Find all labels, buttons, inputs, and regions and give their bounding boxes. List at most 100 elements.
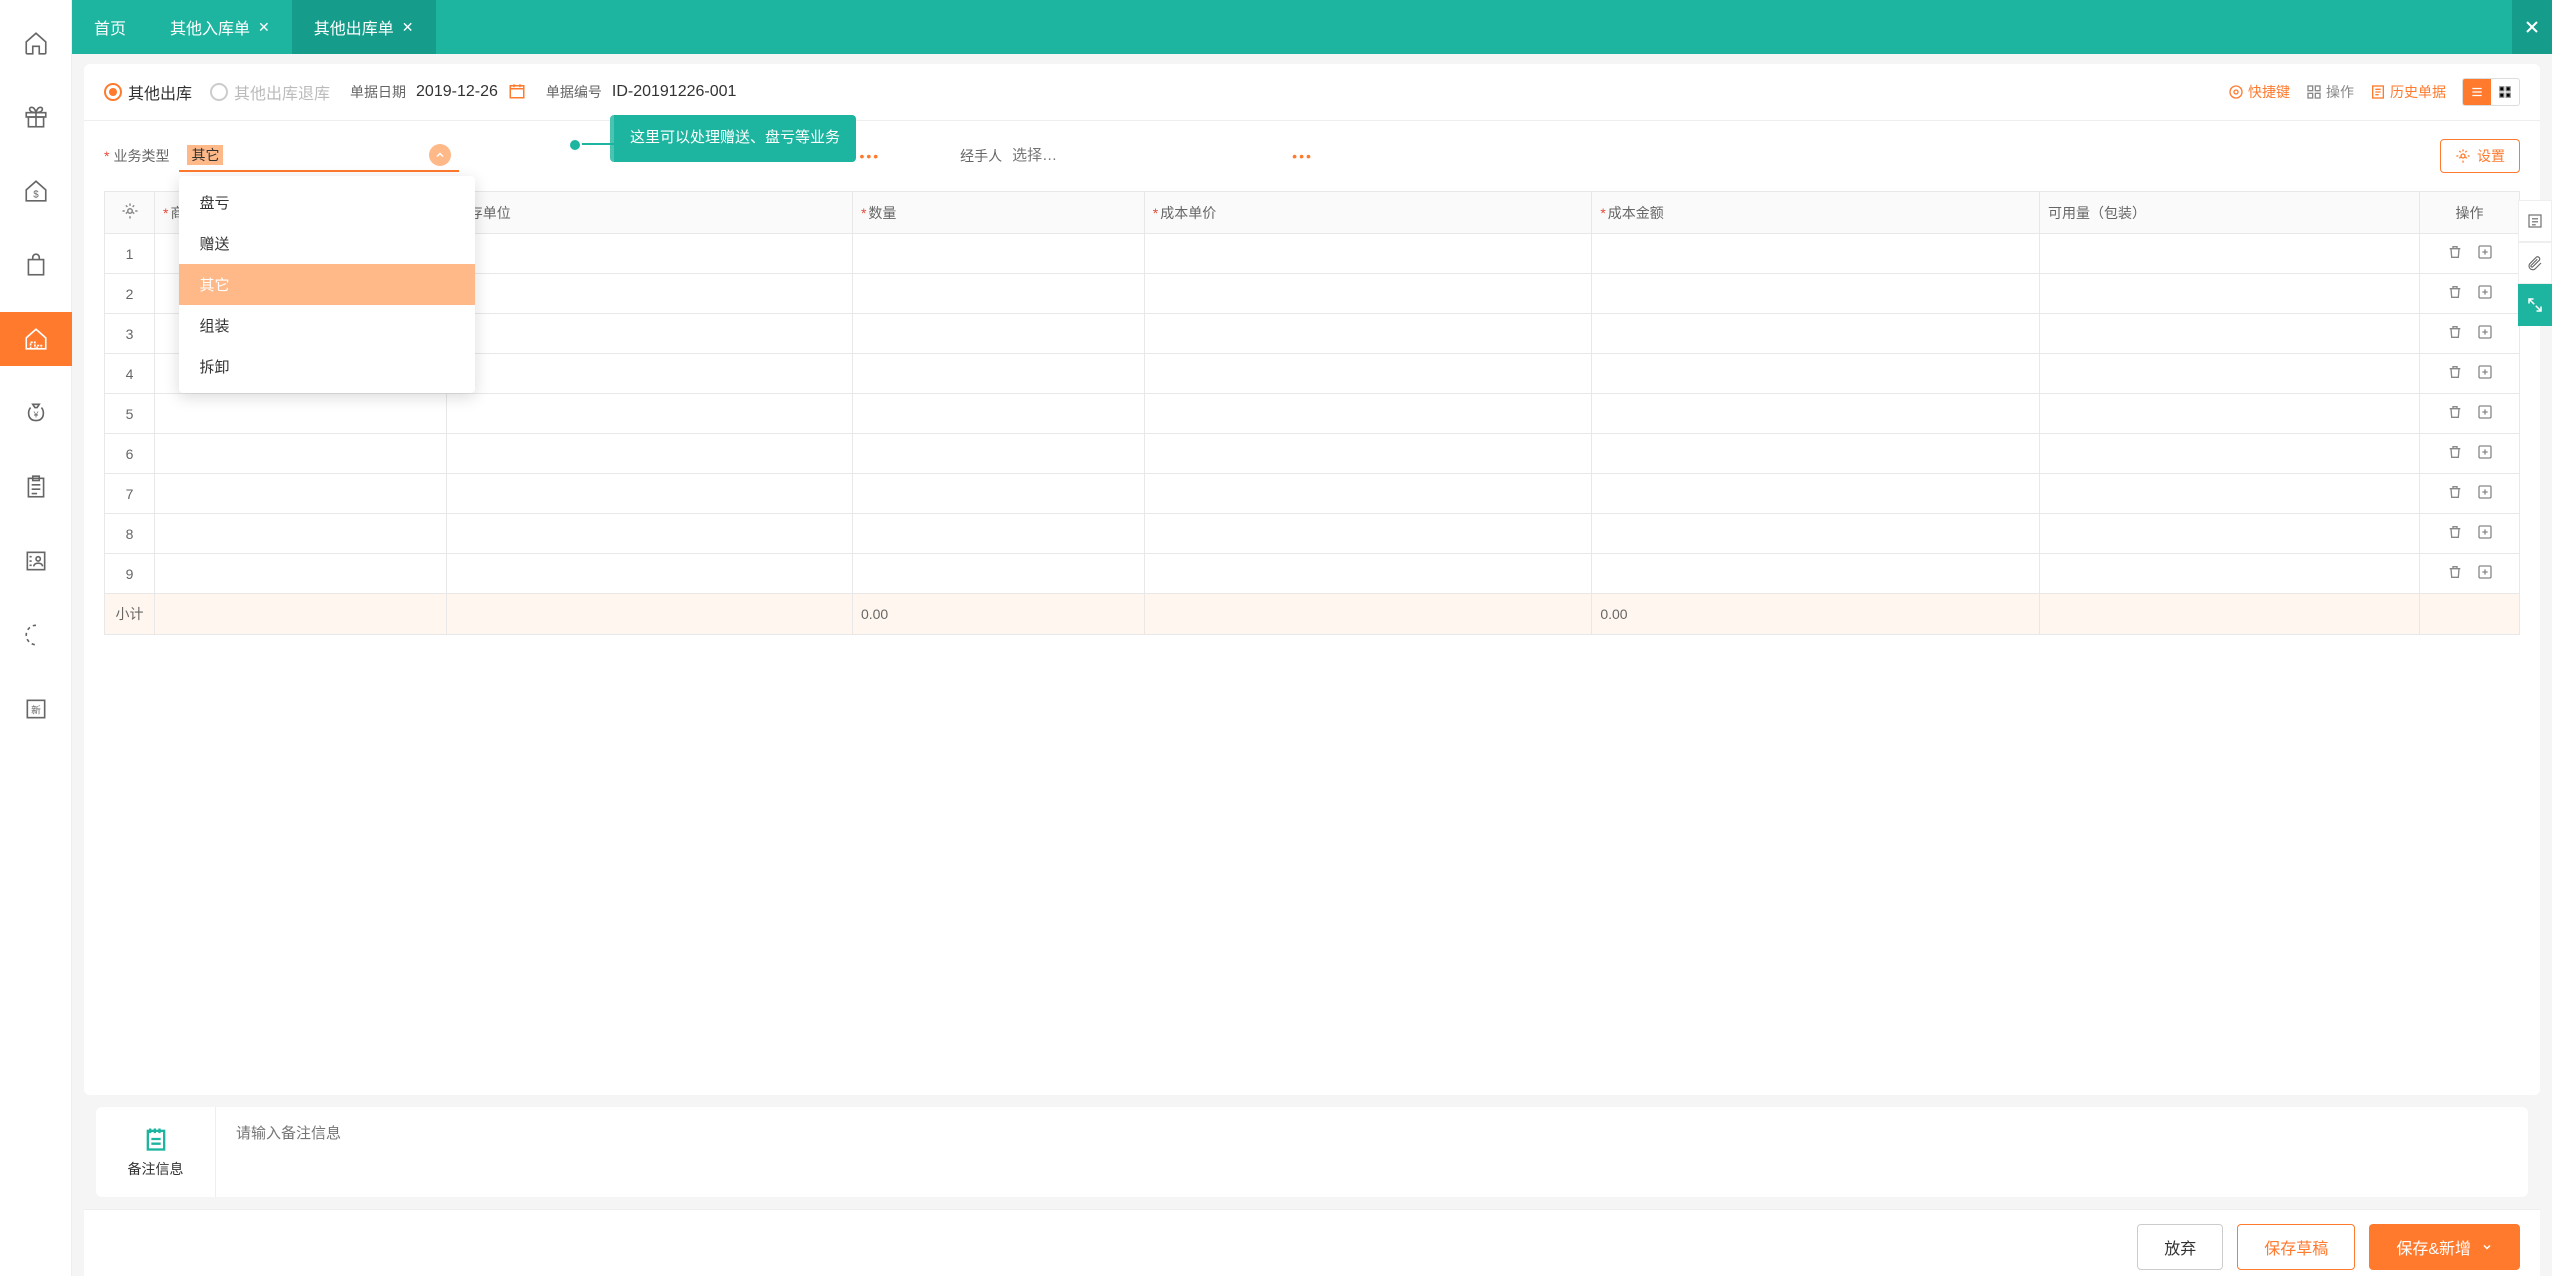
- nav-new[interactable]: 新: [0, 682, 72, 736]
- nav-bag[interactable]: [0, 238, 72, 292]
- tab-other-out[interactable]: 其他出库单✕: [292, 0, 436, 54]
- tabs-close-all[interactable]: [2512, 0, 2552, 54]
- more-icon[interactable]: •••: [1292, 148, 1313, 164]
- row-number: 8: [105, 514, 155, 554]
- dropdown-item[interactable]: 组装: [179, 305, 475, 346]
- meta-value: 2019-12-26: [416, 83, 498, 101]
- close-icon[interactable]: ✕: [402, 19, 414, 36]
- nav-contacts[interactable]: [0, 534, 72, 588]
- save-draft-button[interactable]: 保存草稿: [2237, 1224, 2355, 1270]
- shortcut-button[interactable]: 快捷键: [2228, 82, 2290, 102]
- rail-attachment-icon[interactable]: [2518, 242, 2552, 284]
- discard-button[interactable]: 放弃: [2137, 1224, 2223, 1270]
- row-ops: [2420, 234, 2520, 274]
- row-ops: [2420, 274, 2520, 314]
- tab-other-in[interactable]: 其他入库单 ✕: [148, 0, 292, 54]
- history-button[interactable]: 历史单据: [2370, 82, 2446, 102]
- table-row[interactable]: 7: [105, 474, 2520, 514]
- add-icon[interactable]: [2477, 244, 2493, 263]
- col-gear[interactable]: [105, 192, 155, 234]
- nav-money-house[interactable]: $: [0, 164, 72, 218]
- delete-icon[interactable]: [2447, 564, 2463, 583]
- delete-icon[interactable]: [2447, 284, 2463, 303]
- svg-text:$: $: [33, 190, 39, 201]
- biz-type-select[interactable]: 其它: [179, 140, 459, 172]
- table-row[interactable]: 9: [105, 554, 2520, 594]
- row-number: 2: [105, 274, 155, 314]
- notes-section: 备注信息: [96, 1107, 2528, 1197]
- notes-input[interactable]: [236, 1125, 2508, 1142]
- delete-icon[interactable]: [2447, 484, 2463, 503]
- handler-input[interactable]: [1012, 147, 1252, 165]
- row-number: 9: [105, 554, 155, 594]
- meta-label: 单据日期: [350, 82, 406, 102]
- dropdown-item[interactable]: 盘亏: [179, 182, 475, 223]
- col-available: 可用量（包装）: [2040, 192, 2420, 234]
- col-operate: 操作: [2420, 192, 2520, 234]
- delete-icon[interactable]: [2447, 404, 2463, 423]
- view-list-icon[interactable]: [2463, 79, 2491, 105]
- view-grid-icon[interactable]: [2491, 79, 2519, 105]
- radio-label: 其他出库退库: [234, 80, 330, 104]
- subtotal-qty: 0.00: [852, 594, 1144, 635]
- table-row[interactable]: 6: [105, 434, 2520, 474]
- tooltip-text: 这里可以处理赠送、盘亏等业务: [630, 129, 840, 146]
- radio-other-out[interactable]: 其他出库: [104, 80, 192, 104]
- nav-moneybag[interactable]: ¥: [0, 386, 72, 440]
- rail-detail-icon[interactable]: [2518, 200, 2552, 242]
- add-icon[interactable]: [2477, 284, 2493, 303]
- calendar-icon[interactable]: [508, 82, 526, 103]
- radio-icon: [104, 83, 122, 101]
- row-number: 3: [105, 314, 155, 354]
- settings-button[interactable]: 设置: [2440, 139, 2520, 173]
- add-icon[interactable]: [2477, 484, 2493, 503]
- add-icon[interactable]: [2477, 364, 2493, 383]
- dropdown-item[interactable]: 拆卸: [179, 346, 475, 387]
- delete-icon[interactable]: [2447, 244, 2463, 263]
- row-number: 6: [105, 434, 155, 474]
- row-ops: [2420, 554, 2520, 594]
- chevron-down-icon: [2481, 1241, 2493, 1253]
- subtotal-label: 小计: [105, 594, 155, 635]
- nav-home[interactable]: [0, 16, 72, 70]
- chevron-up-icon: [429, 144, 451, 166]
- dropdown-item[interactable]: 赠送: [179, 223, 475, 264]
- more-icon[interactable]: •••: [859, 148, 880, 164]
- nav-gift[interactable]: [0, 90, 72, 144]
- delete-icon[interactable]: [2447, 524, 2463, 543]
- button-label: 放弃: [2164, 1241, 2196, 1258]
- operate-button[interactable]: 操作: [2306, 82, 2354, 102]
- button-label: 保存&新增: [2396, 1235, 2471, 1259]
- form-row: *业务类型 其它 盘亏赠送其它组装拆卸 这里可以处理赠送、盘亏等业务 ••• 经…: [84, 121, 2540, 191]
- table-row[interactable]: 5: [105, 394, 2520, 434]
- tab-home[interactable]: 首页: [72, 0, 148, 54]
- close-icon[interactable]: ✕: [258, 19, 270, 36]
- radio-other-out-return[interactable]: 其他出库退库: [210, 80, 330, 104]
- add-icon[interactable]: [2477, 524, 2493, 543]
- right-rail: [2518, 200, 2552, 326]
- row-ops: [2420, 354, 2520, 394]
- nav-clipboard[interactable]: [0, 460, 72, 514]
- dropdown-item[interactable]: 其它: [179, 264, 475, 305]
- save-new-button[interactable]: 保存&新增: [2369, 1224, 2520, 1270]
- svg-text:新: 新: [31, 703, 41, 716]
- table-row[interactable]: 8: [105, 514, 2520, 554]
- nav-warehouse[interactable]: [0, 312, 72, 366]
- add-icon[interactable]: [2477, 564, 2493, 583]
- subtotal-row: 小计 0.00 0.00: [105, 594, 2520, 635]
- rail-expand-icon[interactable]: [2518, 284, 2552, 326]
- col-cost-price: *成本单价: [1144, 192, 1592, 234]
- add-icon[interactable]: [2477, 324, 2493, 343]
- nav-loading[interactable]: [0, 608, 72, 662]
- select-value: 其它: [187, 145, 223, 165]
- row-ops: [2420, 394, 2520, 434]
- view-toggle: [2462, 78, 2520, 106]
- delete-icon[interactable]: [2447, 444, 2463, 463]
- add-icon[interactable]: [2477, 444, 2493, 463]
- delete-icon[interactable]: [2447, 364, 2463, 383]
- footer-bar: 放弃 保存草稿 保存&新增: [84, 1209, 2540, 1276]
- col-cost-amount: *成本金额: [1592, 192, 2040, 234]
- add-icon[interactable]: [2477, 404, 2493, 423]
- tab-label: 其他入库单: [170, 15, 250, 39]
- delete-icon[interactable]: [2447, 324, 2463, 343]
